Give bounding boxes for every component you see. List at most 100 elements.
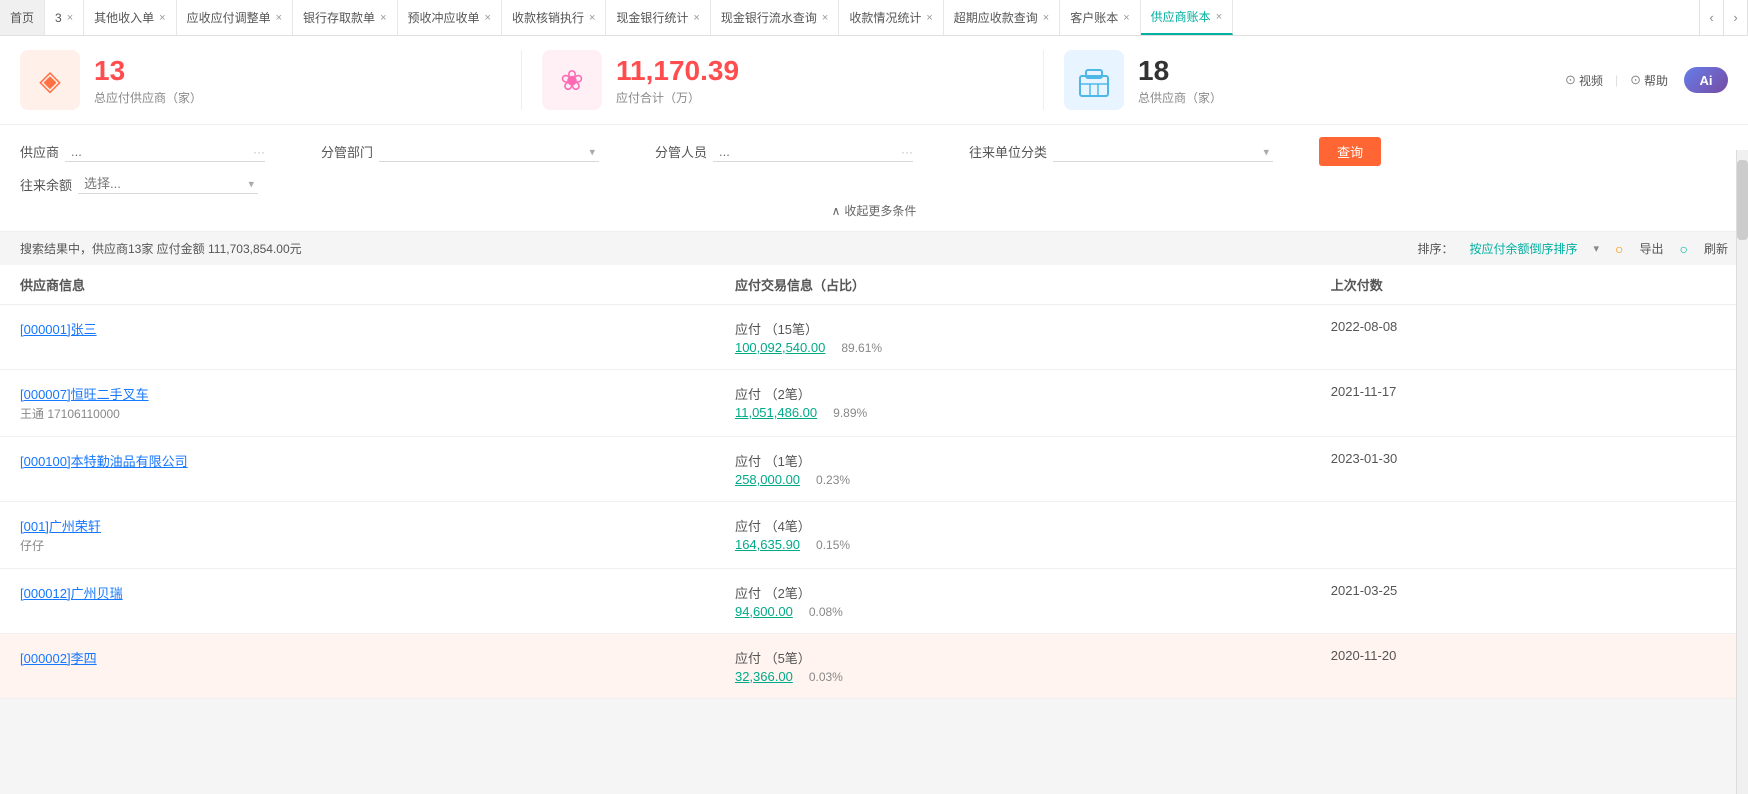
nav-tab-recv-stat-close[interactable]: × bbox=[926, 12, 932, 24]
nav-tab-recv-verify-label: 收款核销执行 bbox=[512, 9, 584, 26]
nav-tab-cash-bank-stat-close[interactable]: × bbox=[693, 12, 699, 24]
export-label[interactable]: 导出 bbox=[1640, 240, 1664, 257]
payable-amount-000007[interactable]: 11,051,486.00 bbox=[735, 405, 817, 420]
person-label: 分管人员 bbox=[655, 142, 707, 161]
supplier-link-000001[interactable]: [000001]张三 bbox=[20, 322, 97, 337]
payable-amount-001[interactable]: 164,635.90 bbox=[735, 537, 800, 552]
result-actions: 排序： 按应付余额倒序排序 ▾ ○ 导出 ○ 刷新 bbox=[1417, 240, 1728, 257]
nav-tab-recv-stat[interactable]: 收款情况统计 × bbox=[839, 0, 943, 35]
filter-balance: 往来余额 ▾ bbox=[20, 174, 258, 194]
nav-tab-bank-deposit-close[interactable]: × bbox=[380, 12, 386, 24]
supplier-link-000007[interactable]: [000007]恒旺二手叉车 bbox=[20, 387, 149, 402]
supplier-link-000012[interactable]: [000012]广州贝瑞 bbox=[20, 586, 123, 601]
sort-chevron-down-icon[interactable]: ▾ bbox=[1594, 242, 1600, 255]
person-input[interactable] bbox=[713, 142, 913, 162]
summary-card-3: 18 总供应商（家） bbox=[1043, 50, 1565, 110]
nav-arrow-left[interactable]: ‹ bbox=[1700, 0, 1724, 36]
nav-tab-ar-ap-adjust-close[interactable]: × bbox=[276, 12, 282, 24]
nav-tab-customer-ledger[interactable]: 客户账本 × bbox=[1060, 0, 1140, 35]
supplier-link-001[interactable]: [001]广州荣轩 bbox=[20, 519, 101, 534]
ai-badge[interactable]: Ai bbox=[1684, 67, 1728, 93]
nav-tab-overdue-recv-close[interactable]: × bbox=[1043, 12, 1049, 24]
last-payment-cell: 2023-01-30 bbox=[1331, 451, 1728, 487]
nav-tab-ar-ap-adjust[interactable]: 应收应付调整单 × bbox=[177, 0, 293, 35]
nav-tab-prepay-recv[interactable]: 预收冲应收单 × bbox=[398, 0, 502, 35]
scrollbar[interactable] bbox=[1736, 150, 1748, 794]
nav-tab-cash-bank-stat[interactable]: 现金银行统计 × bbox=[606, 0, 710, 35]
last-payment-000012: 2021-03-25 bbox=[1331, 583, 1398, 598]
nav-tab-cash-bank-flow-close[interactable]: × bbox=[822, 12, 828, 24]
filter-row-1: 供应商 ··· 分管部门 ▾ 分管人员 ··· 往来单位分类 bbox=[20, 137, 1728, 166]
supplier-cell: [000002]李四 bbox=[20, 648, 735, 684]
person-input-icon[interactable]: ··· bbox=[901, 145, 913, 159]
payable-label: 应付 （15笔） bbox=[735, 319, 818, 338]
supplier-input[interactable] bbox=[65, 142, 265, 162]
nav-tab-other-income[interactable]: 其他收入单 × bbox=[84, 0, 176, 35]
filter-person: 分管人员 ··· bbox=[655, 142, 913, 162]
summary-card-3-label: 总供应商（家） bbox=[1138, 89, 1222, 106]
nav-tab-bank-deposit[interactable]: 银行存取款单 × bbox=[293, 0, 397, 35]
supplier-link-000100[interactable]: [000100]本特勤油品有限公司 bbox=[20, 454, 188, 469]
payable-cell: 应付 （4笔） 164,635.90 0.15% bbox=[735, 516, 1331, 554]
nav-tab-home-label: 首页 bbox=[10, 9, 34, 26]
video-circle-icon: ⊙ bbox=[1565, 72, 1576, 88]
collapse-button[interactable]: ∧ 收起更多条件 bbox=[832, 202, 917, 219]
nav-tab-prepay-recv-close[interactable]: × bbox=[485, 12, 491, 24]
category-label: 往来单位分类 bbox=[969, 142, 1047, 161]
payable-percent-000100: 0.23% bbox=[816, 473, 850, 487]
nav-tab-cash-bank-flow-label: 现金银行流水查询 bbox=[721, 9, 817, 26]
payable-percent-000002: 0.03% bbox=[809, 670, 843, 684]
scrollbar-thumb[interactable] bbox=[1737, 160, 1748, 240]
nav-tab-recv-verify-close[interactable]: × bbox=[589, 12, 595, 24]
category-input[interactable] bbox=[1053, 142, 1273, 162]
nav-tab-customer-ledger-close[interactable]: × bbox=[1123, 12, 1129, 24]
dept-input[interactable] bbox=[379, 142, 599, 162]
sort-value[interactable]: 按应付余额倒序排序 bbox=[1469, 240, 1577, 257]
category-select-wrapper: ▾ bbox=[1053, 142, 1273, 162]
supplier-cell: [000012]广州贝瑞 bbox=[20, 583, 735, 619]
payable-percent-000001: 89.61% bbox=[841, 341, 882, 355]
nav-tab-other-income-close[interactable]: × bbox=[159, 12, 165, 24]
payable-amount-000001[interactable]: 100,092,540.00 bbox=[735, 340, 825, 355]
help-link[interactable]: ⊙ 帮助 bbox=[1630, 72, 1668, 89]
refresh-label[interactable]: 刷新 bbox=[1704, 240, 1728, 257]
query-button[interactable]: 查询 bbox=[1319, 137, 1381, 166]
nav-tab-supplier-ledger[interactable]: 供应商账本 × bbox=[1141, 0, 1233, 35]
dept-label: 分管部门 bbox=[321, 142, 373, 161]
nav-tab-supplier-ledger-close[interactable]: × bbox=[1216, 11, 1222, 23]
balance-label: 往来余额 bbox=[20, 175, 72, 194]
nav-tab-ar-ap-adjust-label: 应收应付调整单 bbox=[187, 9, 271, 26]
payable-amount-000012[interactable]: 94,600.00 bbox=[735, 604, 793, 619]
summary-card-1-text: 13 总应付供应商（家） bbox=[94, 55, 202, 106]
dept-select-wrapper: ▾ bbox=[379, 142, 599, 162]
payable-cell: 应付 （5笔） 32,366.00 0.03% bbox=[735, 648, 1331, 684]
refresh-icon: ○ bbox=[1680, 241, 1688, 257]
payable-amount-000002[interactable]: 32,366.00 bbox=[735, 669, 793, 684]
table-row: [000001]张三 应付 （15笔） 100,092,540.00 89.61… bbox=[0, 305, 1748, 370]
payable-label: 应付 （5笔） bbox=[735, 648, 811, 667]
last-payment-cell: 2021-11-17 bbox=[1331, 384, 1728, 422]
nav-tab-cash-bank-flow[interactable]: 现金银行流水查询 × bbox=[711, 0, 839, 35]
nav-tab-customer-ledger-label: 客户账本 bbox=[1070, 9, 1118, 26]
svg-text:◈: ◈ bbox=[39, 65, 61, 96]
payable-label: 应付 （2笔） bbox=[735, 583, 811, 602]
nav-tab-3-label: 3 bbox=[55, 11, 62, 25]
nav-tab-recv-verify[interactable]: 收款核销执行 × bbox=[502, 0, 606, 35]
payable-amount-000100[interactable]: 258,000.00 bbox=[735, 472, 800, 487]
nav-tab-home[interactable]: 首页 bbox=[0, 0, 45, 35]
last-payment-000001: 2022-08-08 bbox=[1331, 319, 1398, 334]
supplier-input-icon[interactable]: ··· bbox=[253, 145, 265, 159]
nav-tab-3[interactable]: 3 × bbox=[45, 0, 84, 35]
col-header-last-payment: 上次付数 bbox=[1331, 275, 1728, 294]
balance-input[interactable] bbox=[78, 174, 258, 194]
nav-tab-overdue-recv[interactable]: 超期应收款查询 × bbox=[944, 0, 1060, 35]
summary-card-3-text: 18 总供应商（家） bbox=[1138, 55, 1222, 106]
nav-tab-3-close[interactable]: × bbox=[67, 12, 73, 24]
video-link[interactable]: ⊙ 视频 bbox=[1565, 72, 1603, 89]
col-header-supplier: 供应商信息 bbox=[20, 275, 735, 294]
nav-arrow-right[interactable]: › bbox=[1724, 0, 1748, 36]
nav-tab-recv-stat-label: 收款情况统计 bbox=[849, 9, 921, 26]
filter-category: 往来单位分类 ▾ bbox=[969, 142, 1273, 162]
supplier-link-000002[interactable]: [000002]李四 bbox=[20, 651, 97, 666]
data-table: 供应商信息 应付交易信息（占比） 上次付数 [000001]张三 应付 （15笔… bbox=[0, 265, 1748, 699]
